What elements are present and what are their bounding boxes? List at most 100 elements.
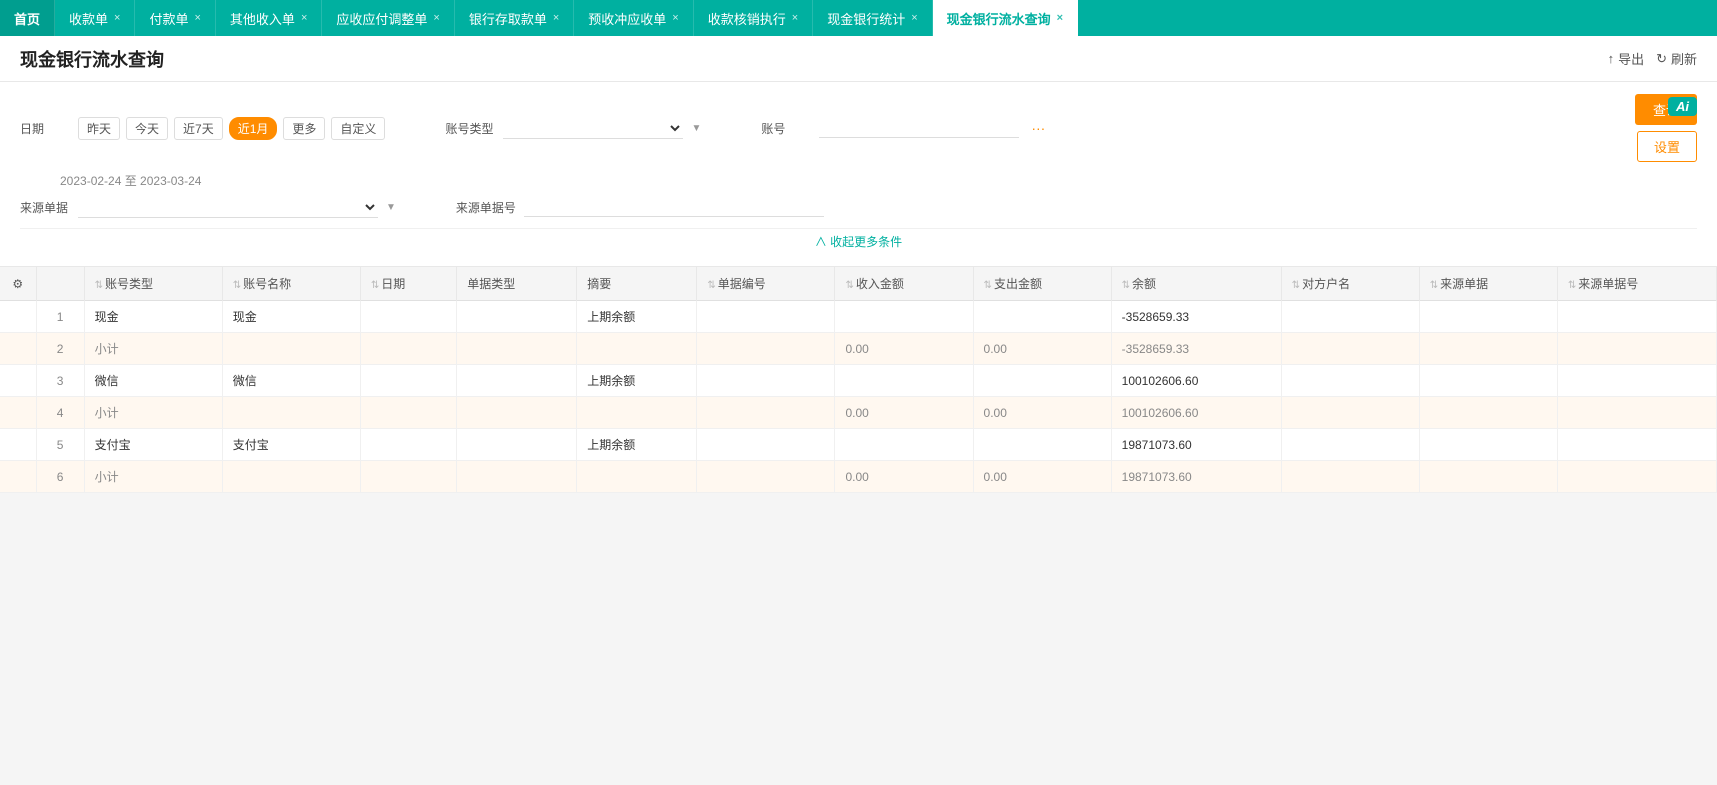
table-row[interactable]: 3微信微信上期余额100102606.60 [0, 365, 1717, 397]
nav-receipt-verify-close[interactable]: × [792, 12, 798, 24]
cell-doc-type [457, 461, 577, 493]
nav-item-receipt-verify[interactable]: 收款核销执行 × [694, 0, 813, 36]
cell-account-name: 微信 [222, 365, 360, 397]
nav-item-payment[interactable]: 付款单 × [135, 0, 215, 36]
th-source-doc[interactable]: ⇅来源单据 [1419, 267, 1557, 301]
nav-other-income-label: 其他收入单 [230, 9, 295, 28]
refresh-button[interactable]: ↻ 刷新 [1656, 49, 1697, 68]
cell-num: 6 [36, 461, 84, 493]
date-more[interactable]: 更多 [283, 117, 325, 140]
nav-item-ar-ap-adjust[interactable]: 应收应付调整单 × [322, 0, 454, 36]
cell-doc-type [457, 365, 577, 397]
table-row[interactable]: 4小计0.000.00100102606.60 [0, 397, 1717, 429]
nav-item-other-income[interactable]: 其他收入单 × [216, 0, 322, 36]
nav-ar-ap-close[interactable]: × [433, 12, 439, 24]
nav-bank-deposit-label: 银行存取款单 [469, 9, 547, 28]
table-row[interactable]: 1现金现金上期余额-3528659.33 [0, 301, 1717, 333]
nav-item-cash-stats[interactable]: 现金银行统计 × [813, 0, 932, 36]
data-table: ⚙ ⇅账号类型 ⇅账号名称 ⇅日期 单据类型 摘要 ⇅单据编号 ⇅收入金额 ⇅支… [0, 267, 1717, 493]
th-account-name[interactable]: ⇅账号名称 [222, 267, 360, 301]
nav-payment-close[interactable]: × [194, 12, 200, 24]
source-doc-no-label: 来源单据号 [456, 199, 516, 216]
th-doc-no[interactable]: ⇅单据编号 [697, 267, 835, 301]
table-body: 1现金现金上期余额-3528659.332小计0.000.00-3528659.… [0, 301, 1717, 493]
cell-expense [973, 429, 1111, 461]
source-doc-select[interactable] [78, 197, 378, 218]
header-actions: ↑ 导出 ↻ 刷新 [1608, 49, 1697, 68]
nav-item-bank-deposit[interactable]: 银行存取款单 × [455, 0, 574, 36]
table-row[interactable]: 2小计0.000.00-3528659.33 [0, 333, 1717, 365]
nav-pre-receipt-close[interactable]: × [672, 12, 678, 24]
cell-expense [973, 365, 1111, 397]
nav-other-income-close[interactable]: × [301, 12, 307, 24]
cell-expense: 0.00 [973, 461, 1111, 493]
nav-cash-flow-label: 现金银行流水查询 [947, 9, 1051, 28]
account-type-dropdown-arrow: ▼ [691, 123, 701, 134]
table-row[interactable]: 6小计0.000.0019871073.60 [0, 461, 1717, 493]
cell-expense: 0.00 [973, 333, 1111, 365]
nav-item-home[interactable]: 首页 [0, 0, 55, 36]
cell-doc-no [697, 461, 835, 493]
nav-cash-flow-close[interactable]: × [1057, 12, 1063, 24]
account-input[interactable] [819, 119, 1019, 138]
date-yesterday[interactable]: 昨天 [78, 117, 120, 140]
source-doc-dropdown-arrow: ▼ [386, 202, 396, 213]
settings-button[interactable]: 设置 [1637, 131, 1697, 162]
cell-account-name [222, 461, 360, 493]
nav-item-pre-receipt[interactable]: 预收冲应收单 × [574, 0, 693, 36]
cell-num: 2 [36, 333, 84, 365]
cell-doc-no [697, 301, 835, 333]
table-row[interactable]: 5支付宝支付宝上期余额19871073.60 [0, 429, 1717, 461]
cell-source-doc-no [1557, 461, 1716, 493]
cell-source-doc-no [1557, 333, 1716, 365]
account-type-select[interactable]: 现金 微信 支付宝 [503, 118, 683, 139]
cell-date [360, 301, 456, 333]
nav-cash-stats-close[interactable]: × [911, 12, 917, 24]
nav-item-cash-flow[interactable]: 现金银行流水查询 × [933, 0, 1078, 36]
th-settings[interactable]: ⚙ [0, 267, 36, 301]
th-balance[interactable]: ⇅余额 [1111, 267, 1281, 301]
cell-settings [0, 301, 36, 333]
th-income[interactable]: ⇅收入金额 [835, 267, 973, 301]
nav-bank-deposit-close[interactable]: × [553, 12, 559, 24]
th-expense[interactable]: ⇅支出金额 [973, 267, 1111, 301]
cell-settings [0, 461, 36, 493]
cell-doc-no [697, 333, 835, 365]
cell-account-type: 小计 [84, 461, 222, 493]
cell-source-doc [1419, 365, 1557, 397]
nav-pre-receipt-label: 预收冲应收单 [588, 9, 666, 28]
cell-summary: 上期余额 [577, 301, 697, 333]
nav-payment-label: 付款单 [149, 9, 188, 28]
collapse-bar[interactable]: ∧ 收起更多条件 [20, 228, 1697, 254]
th-date[interactable]: ⇅日期 [360, 267, 456, 301]
cell-source-doc-no [1557, 365, 1716, 397]
cell-summary [577, 397, 697, 429]
nav-item-receipt[interactable]: 收款单 × [55, 0, 135, 36]
cell-account-type: 现金 [84, 301, 222, 333]
source-doc-no-input[interactable] [524, 198, 824, 217]
cell-summary: 上期余额 [577, 429, 697, 461]
ai-badge[interactable]: Ai [1668, 97, 1697, 116]
th-account-type[interactable]: ⇅账号类型 [84, 267, 222, 301]
cell-source-doc-no [1557, 301, 1716, 333]
th-counterparty[interactable]: ⇅对方户名 [1281, 267, 1419, 301]
cell-doc-type [457, 333, 577, 365]
date-today[interactable]: 今天 [126, 117, 168, 140]
cell-account-name [222, 397, 360, 429]
cell-expense [973, 301, 1111, 333]
account-more-btn[interactable]: ··· [1031, 120, 1045, 136]
th-source-doc-no[interactable]: ⇅来源单据号 [1557, 267, 1716, 301]
refresh-label: 刷新 [1671, 49, 1697, 68]
page-title: 现金银行流水查询 [20, 46, 164, 72]
cell-source-doc [1419, 397, 1557, 429]
date-1month[interactable]: 近1月 [229, 117, 278, 140]
nav-receipt-close[interactable]: × [114, 12, 120, 24]
date-custom[interactable]: 自定义 [331, 117, 385, 140]
cell-source-doc-no [1557, 397, 1716, 429]
date-7days[interactable]: 近7天 [174, 117, 223, 140]
export-button[interactable]: ↑ 导出 [1608, 49, 1645, 68]
cell-source-doc [1419, 333, 1557, 365]
refresh-icon: ↻ [1656, 51, 1667, 67]
cell-balance: 100102606.60 [1111, 397, 1281, 429]
cell-doc-no [697, 397, 835, 429]
